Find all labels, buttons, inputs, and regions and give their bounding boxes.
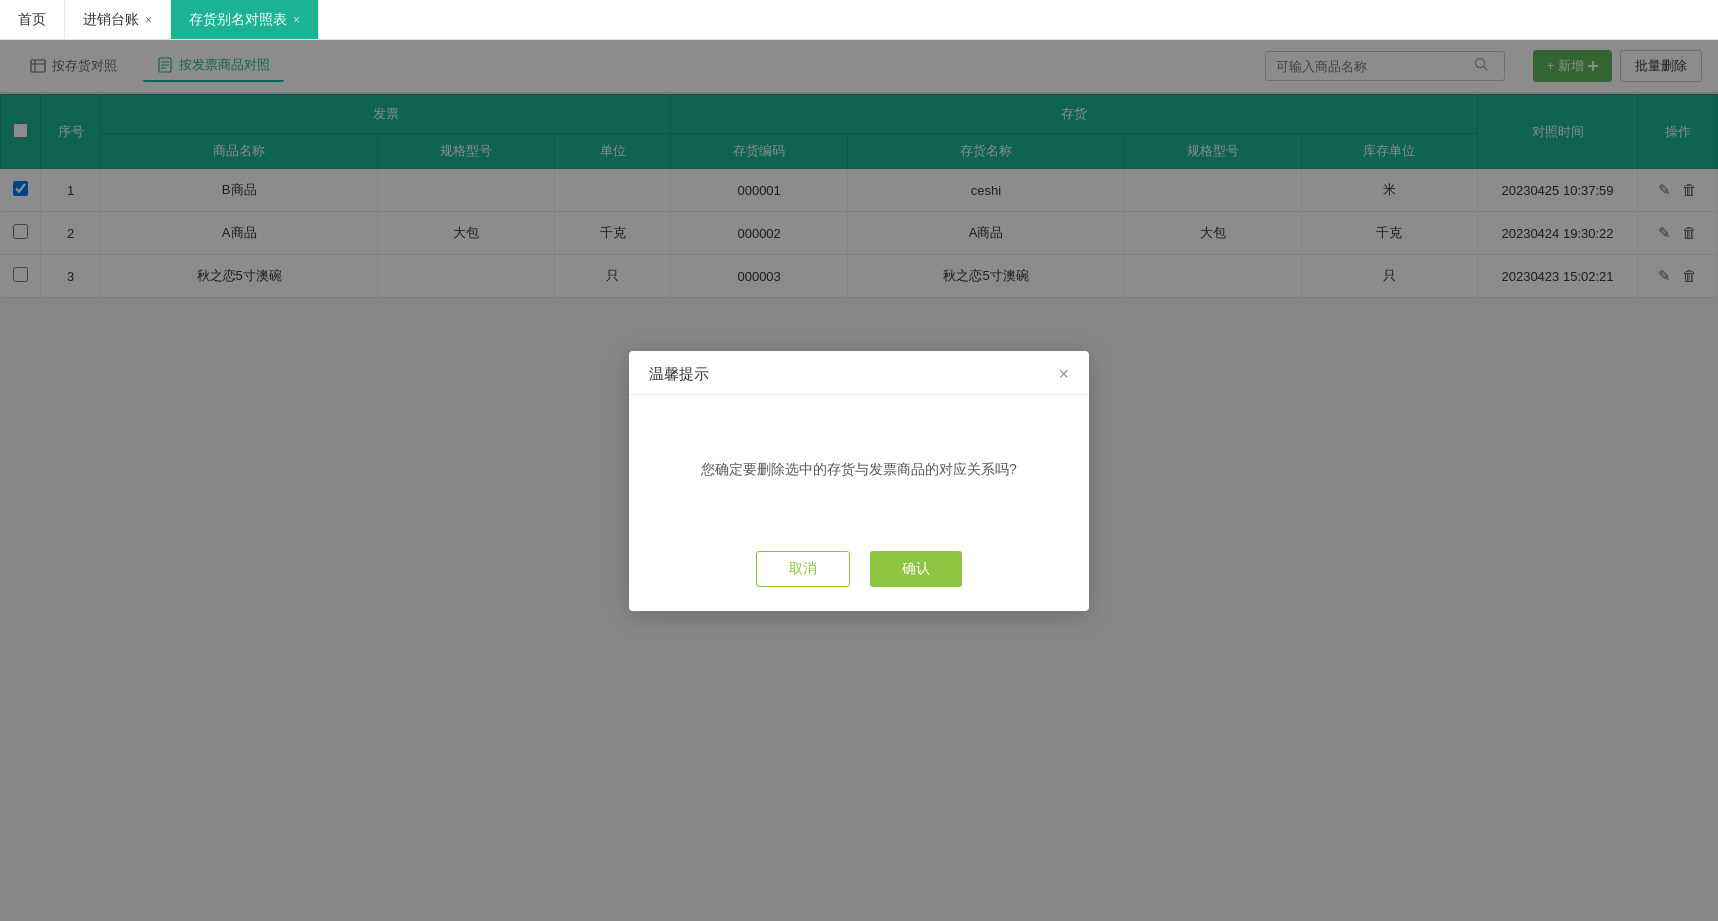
modal-header: 温馨提示 × xyxy=(629,351,1089,395)
modal-overlay: 温馨提示 × 您确定要删除选中的存货与发票商品的对应关系吗? 取消 确认 xyxy=(0,40,1718,921)
tab-inventory-alias-close[interactable]: × xyxy=(293,13,300,27)
tab-home-label: 首页 xyxy=(18,11,46,29)
tab-bar: 首页 进销台账 × 存货别名对照表 × xyxy=(0,0,1718,40)
modal-title: 温馨提示 xyxy=(649,365,709,384)
modal-dialog: 温馨提示 × 您确定要删除选中的存货与发票商品的对应关系吗? 取消 确认 xyxy=(629,351,1089,611)
tab-ledger[interactable]: 进销台账 × xyxy=(65,0,171,39)
modal-body: 您确定要删除选中的存货与发票商品的对应关系吗? xyxy=(629,395,1089,535)
tab-inventory-alias-label: 存货别名对照表 xyxy=(189,11,287,29)
modal-footer: 取消 确认 xyxy=(629,535,1089,611)
modal-message: 您确定要删除选中的存货与发票商品的对应关系吗? xyxy=(701,461,1017,479)
main-content: 按存货对照 按发票商品对照 xyxy=(0,40,1718,921)
tab-ledger-label: 进销台账 xyxy=(83,11,139,29)
tab-home[interactable]: 首页 xyxy=(0,0,65,39)
tab-inventory-alias[interactable]: 存货别名对照表 × xyxy=(171,0,319,39)
modal-cancel-label: 取消 xyxy=(789,560,817,576)
modal-close-button[interactable]: × xyxy=(1058,365,1069,383)
modal-confirm-label: 确认 xyxy=(902,560,930,576)
tab-ledger-close[interactable]: × xyxy=(145,13,152,27)
modal-cancel-button[interactable]: 取消 xyxy=(756,551,850,587)
modal-confirm-button[interactable]: 确认 xyxy=(870,551,962,587)
